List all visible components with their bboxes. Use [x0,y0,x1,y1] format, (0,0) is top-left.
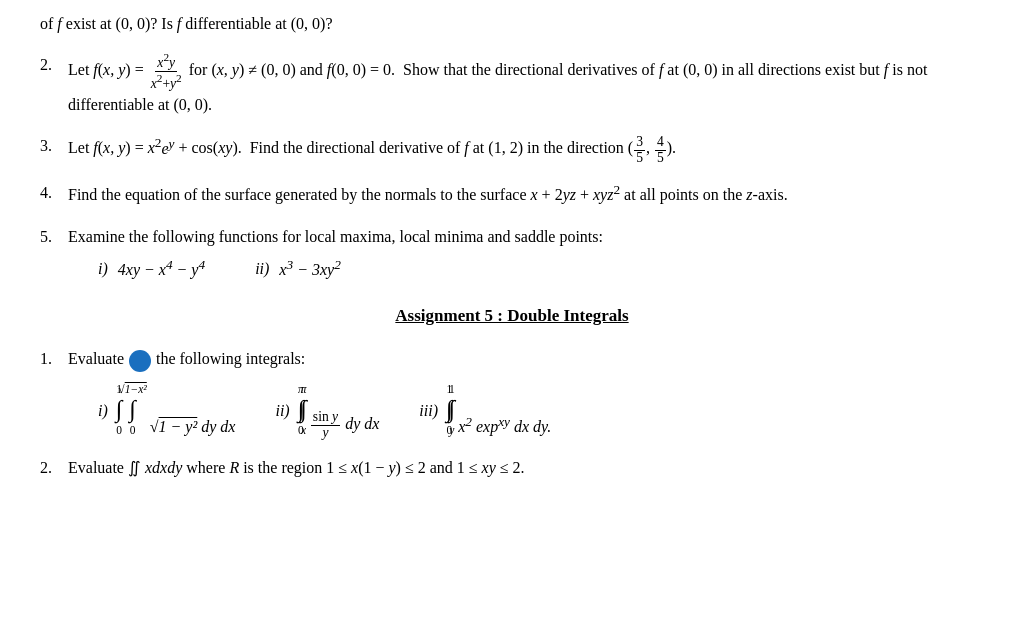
assign-problem-2-number: 2. [40,454,62,481]
problem-5-item-ii-label: ii) [255,255,269,282]
cursor [129,350,151,372]
problem-2-number: 2. [40,51,62,78]
problem-4: 4. Find the equation of the surface gene… [40,179,984,209]
integral-ii-label: ii) [275,397,289,424]
problem-5: 5. Examine the following functions for l… [40,223,984,284]
problem-4-text: Find the equation of the surface generat… [68,179,984,209]
problem-3-text: Let f(x, y) = x2ey + cos(xy). Find the d… [68,132,984,165]
problem-4-number: 4. [40,179,62,206]
integral-i-label: i) [98,397,108,424]
integral-i: i) 1 ∫ 0 √1−x² ∫ 0 [98,380,235,441]
problem-5-subitems: i) 4xy − x4 − y4 ii) x3 − 3xy2 [98,254,984,284]
problem-5-number: 5. [40,223,62,250]
assign-problem-2-text: Evaluate ∬ xdxdy where R is the region 1… [68,454,984,481]
assign-problem-1: 1. Evaluate the following integrals: i) … [40,345,984,441]
problem-2: 2. Let f(x, y) = x2y x2+y2 for (x, y) ≠ … [40,51,984,118]
assign-problem-1-number: 1. [40,345,62,372]
problem-2-text: Let f(x, y) = x2y x2+y2 for (x, y) ≠ (0,… [68,51,984,118]
problem-5-item-ii-expr: x3 − 3xy2 [279,254,340,284]
first-line: of f exist at (0, 0)? Is f differentiabl… [40,10,984,37]
problem-5-item-i: i) 4xy − x4 − y4 [98,254,205,284]
problem-5-text: Examine the following functions for loca… [68,223,984,284]
assign-problem-1-text: Evaluate the following integrals: i) 1 ∫… [68,345,984,441]
section-title: Assignment 5 : Double Integrals [40,302,984,331]
integral-iii-label: iii) [419,397,438,424]
problem-5-item-i-expr: 4xy − x4 − y4 [118,254,205,284]
integral-list: i) 1 ∫ 0 √1−x² ∫ 0 [98,380,984,441]
problem-3: 3. Let f(x, y) = x2ey + cos(xy). Find th… [40,132,984,165]
integral-ii: ii) π ∫ 0 π ∫ x [275,380,379,441]
page-content: of f exist at (0, 0)? Is f differentiabl… [40,10,984,482]
integral-iii: iii) 1 ∫ 0 1 ∫ y x2 expxy [419,380,551,441]
problem-3-number: 3. [40,132,62,159]
assign-problem-2: 2. Evaluate ∬ xdxdy where R is the regio… [40,454,984,481]
problem-5-item-ii: ii) x3 − 3xy2 [255,254,341,284]
problem-5-item-i-label: i) [98,255,108,282]
